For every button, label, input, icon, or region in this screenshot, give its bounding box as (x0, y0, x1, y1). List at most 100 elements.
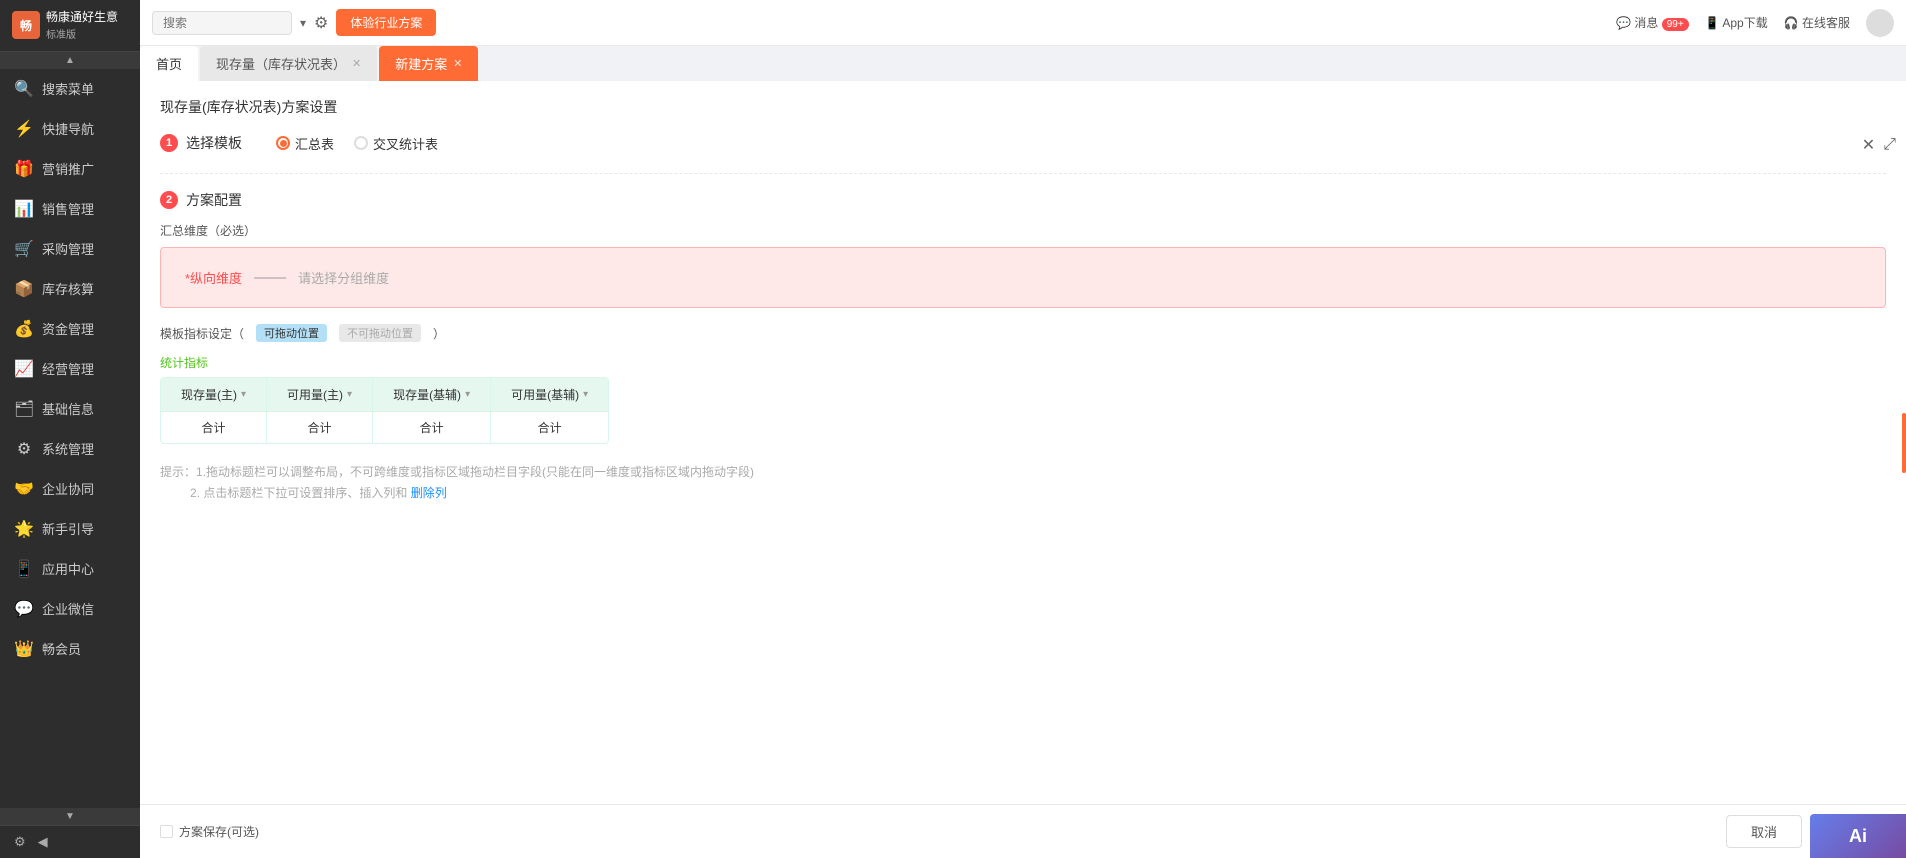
sidebar-item-label: 搜索菜单 (42, 79, 94, 98)
radio-summary-label: 汇总表 (295, 134, 334, 153)
window-controls: ✕ ⤢ (1852, 127, 1906, 163)
system-icon: ⚙ (14, 439, 34, 459)
ai-float-button[interactable]: Ai (1810, 814, 1906, 858)
save-checkbox[interactable] (160, 825, 173, 838)
sidebar-item-member[interactable]: 👑 畅会员 (0, 629, 140, 669)
sidebar-settings-icon[interactable]: ⚙ (14, 834, 26, 850)
gear-icon[interactable]: ⚙ (314, 13, 328, 33)
cell-total-3: 合计 (373, 412, 491, 444)
sidebar-item-label: 畅会员 (42, 639, 81, 658)
app-download-link[interactable]: 📱 App下载 (1705, 14, 1768, 31)
tips-section: 提示：1.拖动标题栏可以调整布局，不可跨维度或指标区域拖动栏目字段(只能在同一维… (160, 463, 1886, 501)
sidebar-item-purchase[interactable]: 🛒 采购管理 (0, 229, 140, 269)
dropdown-button[interactable]: ▾ (300, 16, 306, 30)
th-current-main[interactable]: 现存量(主) ▾ (161, 378, 267, 412)
trial-button[interactable]: 体验行业方案 (336, 9, 436, 36)
section1-header: 1 选择模板 汇总表 交叉统计表 (160, 133, 1886, 153)
operations-icon: 📈 (14, 359, 34, 379)
th-current-aux[interactable]: 现存量(基辅) ▾ (373, 378, 491, 412)
tab-inventory-status[interactable]: 现存量（库存状况表） ✕ (200, 46, 377, 81)
corp-icon: 🤝 (14, 479, 34, 499)
avatar[interactable] (1866, 9, 1894, 37)
inventory-icon: 📦 (14, 279, 34, 299)
close-button[interactable]: ✕ (1862, 135, 1875, 155)
section1-number: 1 (160, 134, 178, 152)
bottom-bar: 方案保存(可选) 取消 查询 (140, 804, 1906, 858)
dimension-placeholder: 请选择分组维度 (298, 268, 389, 287)
cancel-button[interactable]: 取消 (1726, 815, 1802, 848)
sidebar-item-finance[interactable]: 💰 资金管理 (0, 309, 140, 349)
indicator-settings: 模板指标设定（ 可拖动位置 不可拖动位置 ） (160, 324, 1886, 342)
topbar-right: 💬 消息 99+ 📱 App下载 🎧 在线客服 (1616, 9, 1894, 37)
section1-title: 选择模板 (186, 133, 242, 153)
sidebar-collapse-icon[interactable]: ◀ (38, 834, 48, 850)
th-current-aux-label: 现存量(基辅) (393, 386, 461, 403)
sidebar-item-label: 企业微信 (42, 599, 94, 618)
chevron-down-icon: ▾ (583, 389, 588, 400)
th-available-main-label: 可用量(主) (287, 386, 343, 403)
search-input[interactable] (152, 11, 292, 35)
radio-cross-table[interactable]: 交叉统计表 (354, 134, 438, 153)
chevron-down-icon: ▾ (241, 389, 246, 400)
tab-close-inventory[interactable]: ✕ (352, 57, 361, 70)
tab-close-new-scheme[interactable]: ✕ (453, 57, 462, 70)
indicator-settings-label: 模板指标设定（ (160, 325, 244, 342)
cell-total-2: 合计 (267, 412, 373, 444)
th-available-main[interactable]: 可用量(主) ▾ (267, 378, 373, 412)
sales-icon: 📊 (14, 199, 34, 219)
wechat-icon: 💬 (14, 599, 34, 619)
sidebar: 畅 畅康通好生意 标准版 ▲ 🔍 搜索菜单 ⚡ 快捷导航 🎁 营销推广 📊 销售… (0, 0, 140, 858)
sidebar-item-inventory[interactable]: 📦 库存核算 (0, 269, 140, 309)
message-badge: 99+ (1662, 18, 1689, 31)
newuser-icon: 🌟 (14, 519, 34, 539)
sidebar-item-label: 企业协同 (42, 479, 94, 498)
sidebar-item-label: 销售管理 (42, 199, 94, 218)
member-icon: 👑 (14, 639, 34, 659)
tab-home[interactable]: 首页 (140, 46, 198, 81)
sidebar-item-label: 基础信息 (42, 399, 94, 418)
content-area: ✕ ⤢ 现存量(库存状况表)方案设置 1 选择模板 汇总表 交叉统计表 (140, 81, 1906, 804)
sidebar-item-wechat[interactable]: 💬 企业微信 (0, 589, 140, 629)
sidebar-logo: 畅 畅康通好生意 标准版 (0, 0, 140, 52)
sidebar-item-corp[interactable]: 🤝 企业协同 (0, 469, 140, 509)
chevron-down-icon: ▾ (465, 389, 470, 400)
tip-item-2: 2. 点击标题栏下拉可设置排序、插入列和 删除列 (160, 484, 1886, 501)
badge-draggable: 可拖动位置 (256, 324, 327, 342)
radio-summary-table[interactable]: 汇总表 (276, 134, 334, 153)
th-current-main-label: 现存量(主) (181, 386, 237, 403)
indicator-table: 现存量(主) ▾ 可用量(主) ▾ (160, 377, 609, 444)
th-available-aux-label: 可用量(基辅) (511, 386, 579, 403)
purchase-icon: 🛒 (14, 239, 34, 259)
chevron-down-icon: ▾ (347, 389, 352, 400)
expand-button[interactable]: ⤢ (1883, 136, 1896, 154)
sidebar-nav: 🔍 搜索菜单 ⚡ 快捷导航 🎁 营销推广 📊 销售管理 🛒 采购管理 📦 库存核… (0, 69, 140, 808)
dimension-section-label: 汇总维度（必选） (160, 222, 1886, 239)
message-item[interactable]: 💬 消息 99+ (1616, 14, 1689, 31)
sidebar-item-system[interactable]: ⚙ 系统管理 (0, 429, 140, 469)
section2-header: 2 方案配置 (160, 190, 1886, 210)
th-available-aux[interactable]: 可用量(基辅) ▾ (491, 378, 609, 412)
sidebar-item-quicknav[interactable]: ⚡ 快捷导航 (0, 109, 140, 149)
sidebar-item-search[interactable]: 🔍 搜索菜单 (0, 69, 140, 109)
sidebar-scroll-up[interactable]: ▲ (0, 52, 140, 69)
sidebar-item-label: 经营管理 (42, 359, 94, 378)
online-service-link[interactable]: 🎧 在线客服 (1784, 14, 1850, 31)
quicknav-icon: ⚡ (14, 119, 34, 139)
app-logo-icon: 畅 (12, 11, 40, 39)
sidebar-item-basic-info[interactable]: 🗂 基础信息 (0, 389, 140, 429)
tab-new-scheme[interactable]: 新建方案 ✕ (379, 46, 478, 81)
sidebar-item-label: 系统管理 (42, 439, 94, 458)
resize-handle[interactable] (1902, 413, 1906, 473)
sidebar-item-appcenter[interactable]: 📱 应用中心 (0, 549, 140, 589)
tip2-highlight[interactable]: 删除列 (411, 486, 447, 500)
save-option: 方案保存(可选) (160, 823, 259, 840)
tip-item-1: 提示：1.拖动标题栏可以调整布局，不可跨维度或指标区域拖动栏目字段(只能在同一维… (160, 463, 1886, 480)
dimension-separator: —— (254, 269, 286, 287)
sidebar-item-sales[interactable]: 📊 销售管理 (0, 189, 140, 229)
sidebar-item-newuser[interactable]: 🌟 新手引导 (0, 509, 140, 549)
sidebar-scroll-down[interactable]: ▼ (0, 808, 140, 825)
sidebar-item-marketing[interactable]: 🎁 营销推广 (0, 149, 140, 189)
table-row: 合计 合计 合计 合计 (161, 412, 608, 444)
sidebar-item-operations[interactable]: 📈 经营管理 (0, 349, 140, 389)
dimension-area[interactable]: *纵向维度 —— 请选择分组维度 (160, 247, 1886, 308)
